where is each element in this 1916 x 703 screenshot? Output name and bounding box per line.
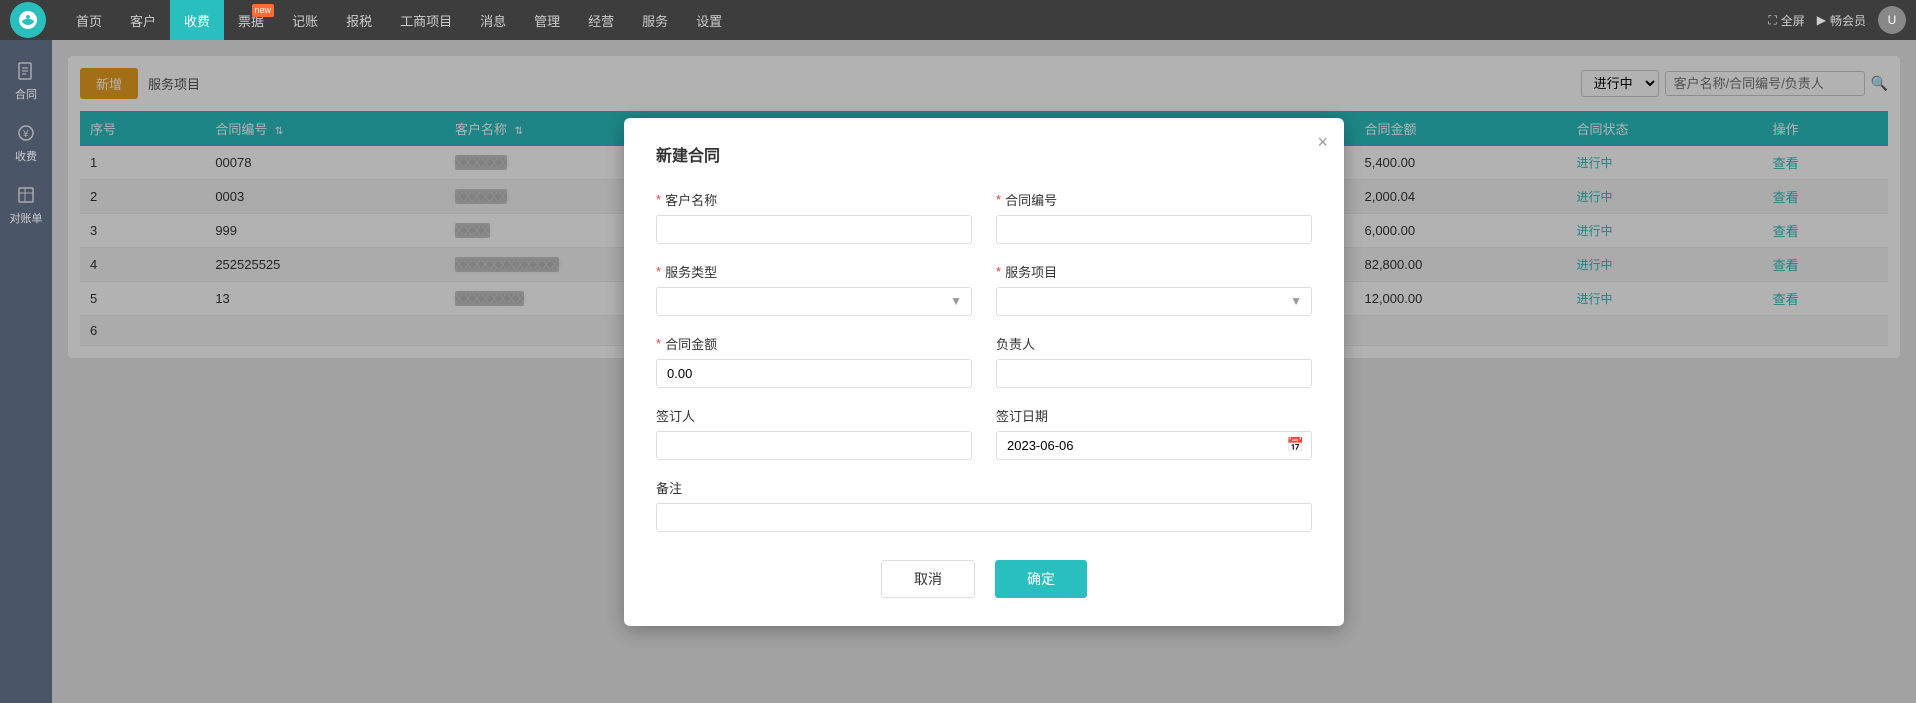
responsible-input[interactable] xyxy=(996,359,1312,388)
modal-footer: 取消 确定 xyxy=(656,560,1312,598)
sign-date-input[interactable]: 2023-06-06 xyxy=(996,431,1312,460)
nav-operation[interactable]: 经营 xyxy=(574,0,628,40)
service-type-select[interactable] xyxy=(656,287,972,316)
amount-label: * 合同金额 xyxy=(656,334,972,353)
service-item-select-wrap: ▼ xyxy=(996,287,1312,316)
remark-label: 备注 xyxy=(656,478,1312,497)
svg-text:¥: ¥ xyxy=(22,129,29,140)
form-row-responsible: 负责人 xyxy=(996,334,1312,388)
confirm-button[interactable]: 确定 xyxy=(995,560,1087,598)
modal-close-button[interactable]: × xyxy=(1317,132,1328,153)
reconciliation-icon xyxy=(15,184,37,206)
logo xyxy=(10,2,46,38)
nav-settings[interactable]: 设置 xyxy=(682,0,736,40)
form-row-customer-name: * 客户名称 xyxy=(656,190,972,244)
contract-no-label: * 合同编号 xyxy=(996,190,1312,209)
nav-customer[interactable]: 客户 xyxy=(116,0,170,40)
nav-service[interactable]: 服务 xyxy=(628,0,682,40)
new-contract-modal: × 新建合同 * 客户名称 * 合同编号 xyxy=(624,118,1344,626)
form-row-service-item: * 服务项目 ▼ xyxy=(996,262,1312,316)
responsible-label: 负责人 xyxy=(996,334,1312,353)
form-row-service-type: * 服务类型 ▼ xyxy=(656,262,972,316)
sidebar: 合同 ¥ 收费 对账单 xyxy=(0,40,52,703)
modal-title: 新建合同 xyxy=(656,142,1312,166)
vip-button[interactable]: ▶ 畅会员 xyxy=(1817,12,1866,29)
nav-message[interactable]: 消息 xyxy=(466,0,520,40)
new-badge: new xyxy=(252,4,275,17)
cancel-button[interactable]: 取消 xyxy=(881,560,975,598)
nav-business[interactable]: 工商项目 xyxy=(386,0,466,40)
contract-icon xyxy=(15,60,37,82)
nav-bookkeeping[interactable]: 记账 xyxy=(278,0,332,40)
nav-home[interactable]: 首页 xyxy=(62,0,116,40)
form-row-signer: 签订人 xyxy=(656,406,972,460)
service-type-select-wrap: ▼ xyxy=(656,287,972,316)
signer-input[interactable] xyxy=(656,431,972,460)
form-row-remark: 备注 xyxy=(656,478,1312,532)
nav-fee[interactable]: 收费 xyxy=(170,0,224,40)
form-row-amount: * 合同金额 0.00 xyxy=(656,334,972,388)
amount-input[interactable]: 0.00 xyxy=(656,359,972,388)
form-row-sign-date: 签订日期 2023-06-06 📅 xyxy=(996,406,1312,460)
top-nav: 首页 客户 收费 票据 new 记账 报税 工商项目 消息 管理 经营 服务 设… xyxy=(0,0,1916,40)
signer-label: 签订人 xyxy=(656,406,972,425)
avatar[interactable]: U xyxy=(1878,6,1906,34)
sidebar-item-fee[interactable]: ¥ 收费 xyxy=(0,112,52,174)
service-item-label: * 服务项目 xyxy=(996,262,1312,281)
fee-icon: ¥ xyxy=(15,122,37,144)
nav-invoice[interactable]: 票据 new xyxy=(224,0,278,40)
play-icon: ▶ xyxy=(1817,13,1826,27)
sign-date-wrap: 2023-06-06 📅 xyxy=(996,431,1312,460)
service-type-label: * 服务类型 xyxy=(656,262,972,281)
fullscreen-button[interactable]: ⛶ 全屏 xyxy=(1768,12,1804,29)
remark-input[interactable] xyxy=(656,503,1312,532)
form-row-contract-no: * 合同编号 xyxy=(996,190,1312,244)
fullscreen-icon: ⛶ xyxy=(1768,13,1776,28)
nav-manage[interactable]: 管理 xyxy=(520,0,574,40)
customer-name-input[interactable] xyxy=(656,215,972,244)
nav-items: 首页 客户 收费 票据 new 记账 报税 工商项目 消息 管理 经营 服务 设… xyxy=(62,0,1768,40)
sidebar-item-contract[interactable]: 合同 xyxy=(0,50,52,112)
modal-overlay: × 新建合同 * 客户名称 * 合同编号 xyxy=(52,40,1916,703)
nav-right: ⛶ 全屏 ▶ 畅会员 U xyxy=(1768,6,1906,34)
customer-name-label: * 客户名称 xyxy=(656,190,972,209)
service-item-select[interactable] xyxy=(996,287,1312,316)
contract-no-input[interactable] xyxy=(996,215,1312,244)
form-grid: * 客户名称 * 合同编号 * 服务类型 xyxy=(656,190,1312,460)
sidebar-item-reconciliation[interactable]: 对账单 xyxy=(0,174,52,236)
nav-tax[interactable]: 报税 xyxy=(332,0,386,40)
sign-date-label: 签订日期 xyxy=(996,406,1312,425)
